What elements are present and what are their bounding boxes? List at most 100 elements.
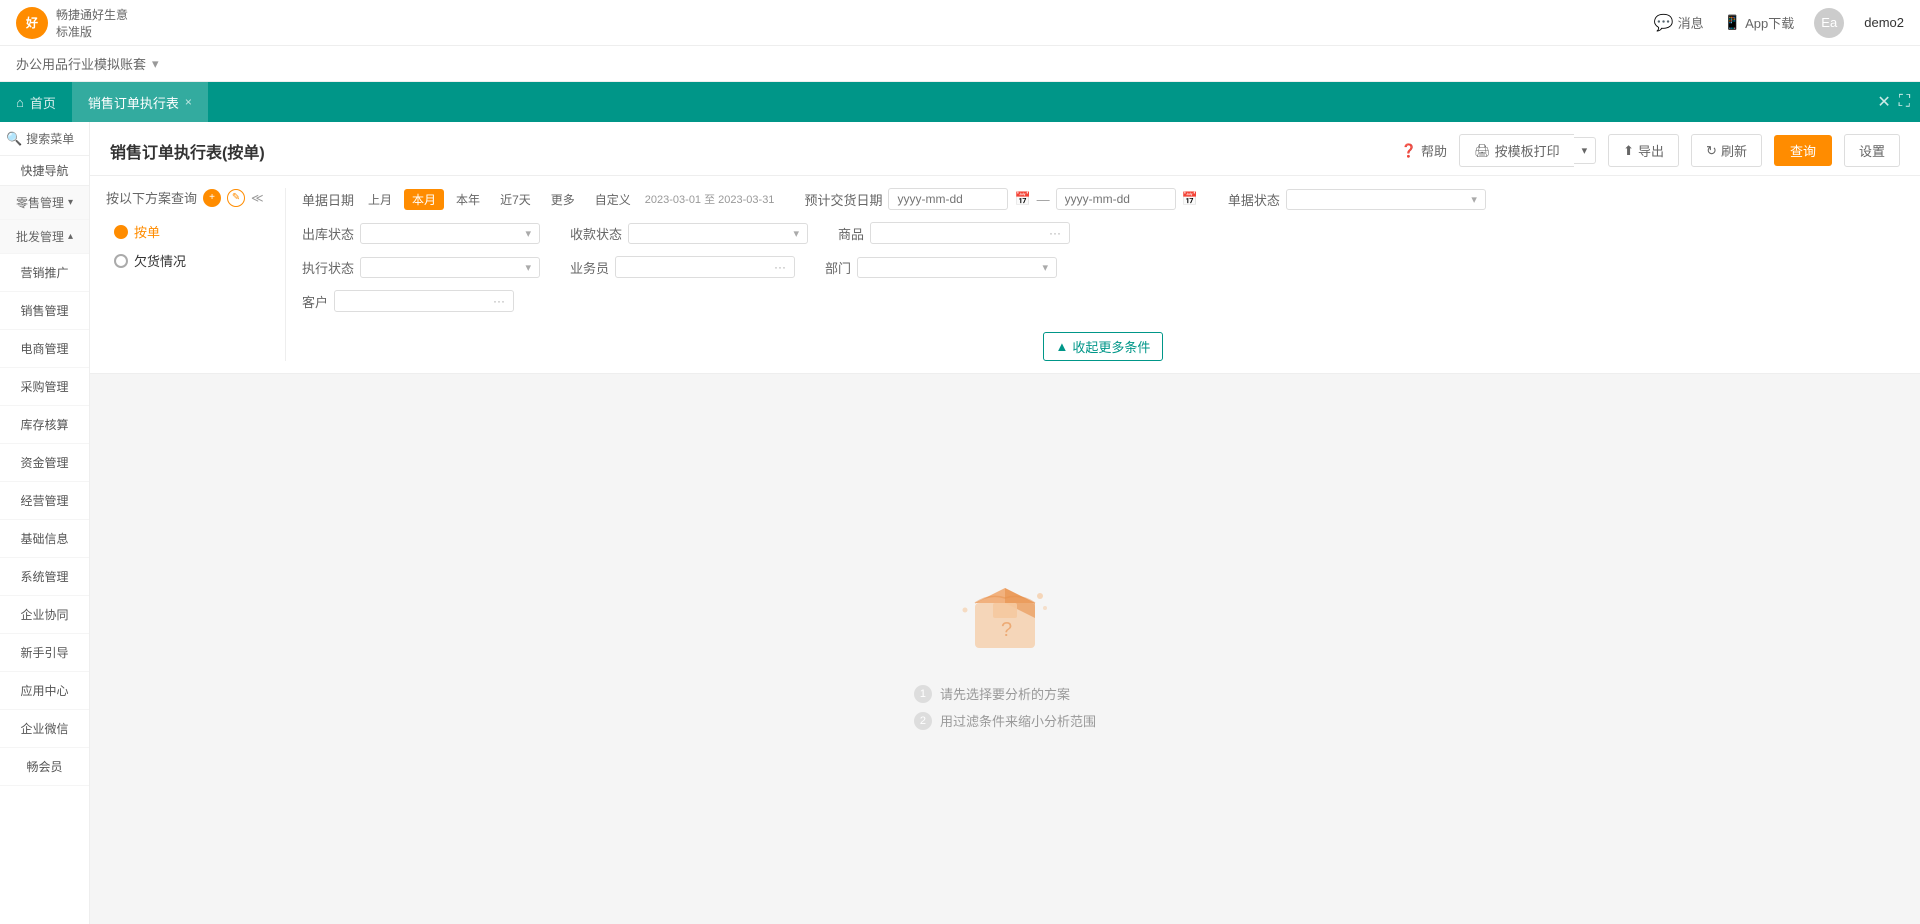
status-select[interactable]: ▾ [1286,189,1486,210]
outstock-group: 出库状态 ▾ [302,223,540,244]
status-label: 单据状态 [1228,190,1280,209]
calendar-to-icon[interactable]: 📅 [1182,191,1198,207]
avatar[interactable]: Ea [1814,8,1844,38]
user-initial: Ea [1821,15,1837,30]
goods-label: 商品 [838,224,864,243]
wechat-label: 企业微信 [20,720,68,737]
exec-select[interactable]: ▾ [360,257,540,278]
settings-button[interactable]: 设置 [1844,134,1900,167]
empty-step-1: 1 请先选择要分析的方案 [914,684,1096,703]
scheme-item-shortage[interactable]: 欠货情况 [106,246,273,275]
date-tab-current-month[interactable]: 本月 [404,189,444,210]
sidebar-item-wholesale[interactable]: 批发管理 ▴ [0,220,89,254]
outstock-label: 出库状态 [302,224,354,243]
salesperson-group: 业务员 ··· [570,256,795,278]
sidebar-item-quick-nav[interactable]: 快捷导航 [0,156,89,186]
expected-date-group: 预计交货日期 📅 — 📅 [804,188,1197,210]
date-tab-custom[interactable]: 自定义 [587,189,639,210]
ecommerce-label: 电商管理 [20,340,68,357]
dropdown-arrow-icon[interactable]: ▾ [152,56,159,72]
date-label: 单据日期 [302,190,354,209]
empty-step-2: 2 用过滤条件来缩小分析范围 [914,711,1096,730]
sidebar-item-finance[interactable]: 资金管理 [0,444,89,482]
sidebar-item-newbie[interactable]: 新手引导 [0,634,89,672]
quick-nav-label: 快捷导航 [20,162,68,179]
scheme-item-order[interactable]: 按单 [106,217,273,246]
salesperson-more-icon[interactable]: ··· [774,260,786,274]
sidebar-item-operations[interactable]: 经营管理 [0,482,89,520]
app-label: App下载 [1745,13,1794,32]
query-button[interactable]: 查询 [1774,135,1832,166]
dept-arrow-icon: ▾ [1043,261,1049,274]
wholesale-expand-icon: ▴ [68,231,73,242]
receipt-arrow-icon: ▾ [794,227,800,240]
sidebar-item-app-center[interactable]: 应用中心 [0,672,89,710]
status-arrow-icon: ▾ [1471,193,1477,206]
scheme-header: 按以下方案查询 + ✎ ≪ [106,188,273,207]
message-icon [1654,13,1674,33]
sidebar-item-wechat[interactable]: 企业微信 [0,710,89,748]
sidebar-item-member[interactable]: 畅会员 [0,748,89,786]
refresh-button[interactable]: ↻ 刷新 [1691,134,1762,167]
date-tab-last-month[interactable]: 上月 [360,189,400,210]
app-download-button[interactable]: App下载 [1724,13,1795,32]
sidebar-item-purchase[interactable]: 采购管理 [0,368,89,406]
dept-group: 部门 ▾ [825,257,1057,278]
collapse-scheme-icon[interactable]: ≪ [251,191,264,205]
customer-more-icon[interactable]: ··· [493,294,505,308]
receipt-select[interactable]: ▾ [628,223,808,244]
export-icon: ⬆ [1623,143,1634,159]
add-scheme-button[interactable]: + [203,189,221,207]
sidebar-item-sales[interactable]: 销售管理 [0,292,89,330]
expected-date-from-input[interactable] [888,188,1008,210]
sidebar-item-ecommerce[interactable]: 电商管理 [0,330,89,368]
collapse-button[interactable]: ▲ 收起更多条件 [1043,332,1164,361]
salesperson-select[interactable]: ··· [615,256,795,278]
finance-label: 资金管理 [20,454,68,471]
help-button[interactable]: ❓ 帮助 [1401,141,1447,160]
dept-select[interactable]: ▾ [857,257,1057,278]
calendar-from-icon[interactable]: 📅 [1014,191,1030,207]
goods-more-icon[interactable]: ··· [1049,226,1061,240]
goods-group: 商品 ··· [838,222,1070,244]
date-tab-7days[interactable]: 近7天 [492,189,539,210]
tab-bar: ⌂ 首页 销售订单执行表 × ✕ ⛶ [0,82,1920,122]
customer-group: 客户 ··· [302,290,514,312]
operations-label: 经营管理 [20,492,68,509]
header-right: 消息 App下载 Ea demo2 [1654,8,1904,38]
search-menu-area[interactable]: 🔍 搜索菜单 [0,122,89,156]
sidebar-item-retail[interactable]: 零售管理 ▾ [0,186,89,220]
date-tab-more[interactable]: 更多 [543,189,583,210]
username[interactable]: demo2 [1864,15,1904,30]
edit-scheme-button[interactable]: ✎ [227,189,245,207]
customer-select[interactable]: ··· [334,290,514,312]
empty-steps: 1 请先选择要分析的方案 2 用过滤条件来缩小分析范围 [914,684,1096,730]
tab-sales-exec[interactable]: 销售订单执行表 × [72,82,208,122]
step-2-text: 用过滤条件来缩小分析范围 [940,711,1096,730]
logo-area: 好 畅捷通好生意 标准版 [16,6,128,40]
customer-label: 客户 [302,292,328,311]
collapse-up-icon: ▲ [1056,339,1069,354]
salesperson-label: 业务员 [570,258,609,277]
tab-home[interactable]: ⌂ 首页 [0,82,72,122]
date-tabs: 上月 本月 本年 近7天 更多 自定义 [360,189,639,210]
sidebar-item-inventory[interactable]: 库存核算 [0,406,89,444]
print-button[interactable]: 🖨 按模板打印 [1459,134,1574,167]
print-dropdown-trigger[interactable]: ▾ [1574,137,1597,164]
message-button[interactable]: 消息 [1654,13,1704,33]
date-tab-current-year[interactable]: 本年 [448,189,488,210]
filter-panel: 按以下方案查询 + ✎ ≪ 按单 欠货情况 [90,176,1920,374]
sidebar-item-system[interactable]: 系统管理 [0,558,89,596]
goods-select[interactable]: ··· [870,222,1070,244]
refresh-icon: ↻ [1706,143,1717,159]
close-window-icon[interactable]: ✕ [1877,92,1890,112]
sidebar-item-basic-info[interactable]: 基础信息 [0,520,89,558]
fullscreen-icon[interactable]: ⛶ [1899,93,1910,111]
filter-fields: 单据日期 上月 本月 本年 近7天 更多 自定义 2023-03-01 至 20… [286,188,1904,361]
outstock-select[interactable]: ▾ [360,223,540,244]
close-tab-icon[interactable]: × [185,95,192,109]
sidebar-item-marketing[interactable]: 营销推广 [0,254,89,292]
expected-date-to-input[interactable] [1056,188,1176,210]
sidebar-item-enterprise[interactable]: 企业协同 [0,596,89,634]
export-button[interactable]: ⬆ 导出 [1608,134,1679,167]
